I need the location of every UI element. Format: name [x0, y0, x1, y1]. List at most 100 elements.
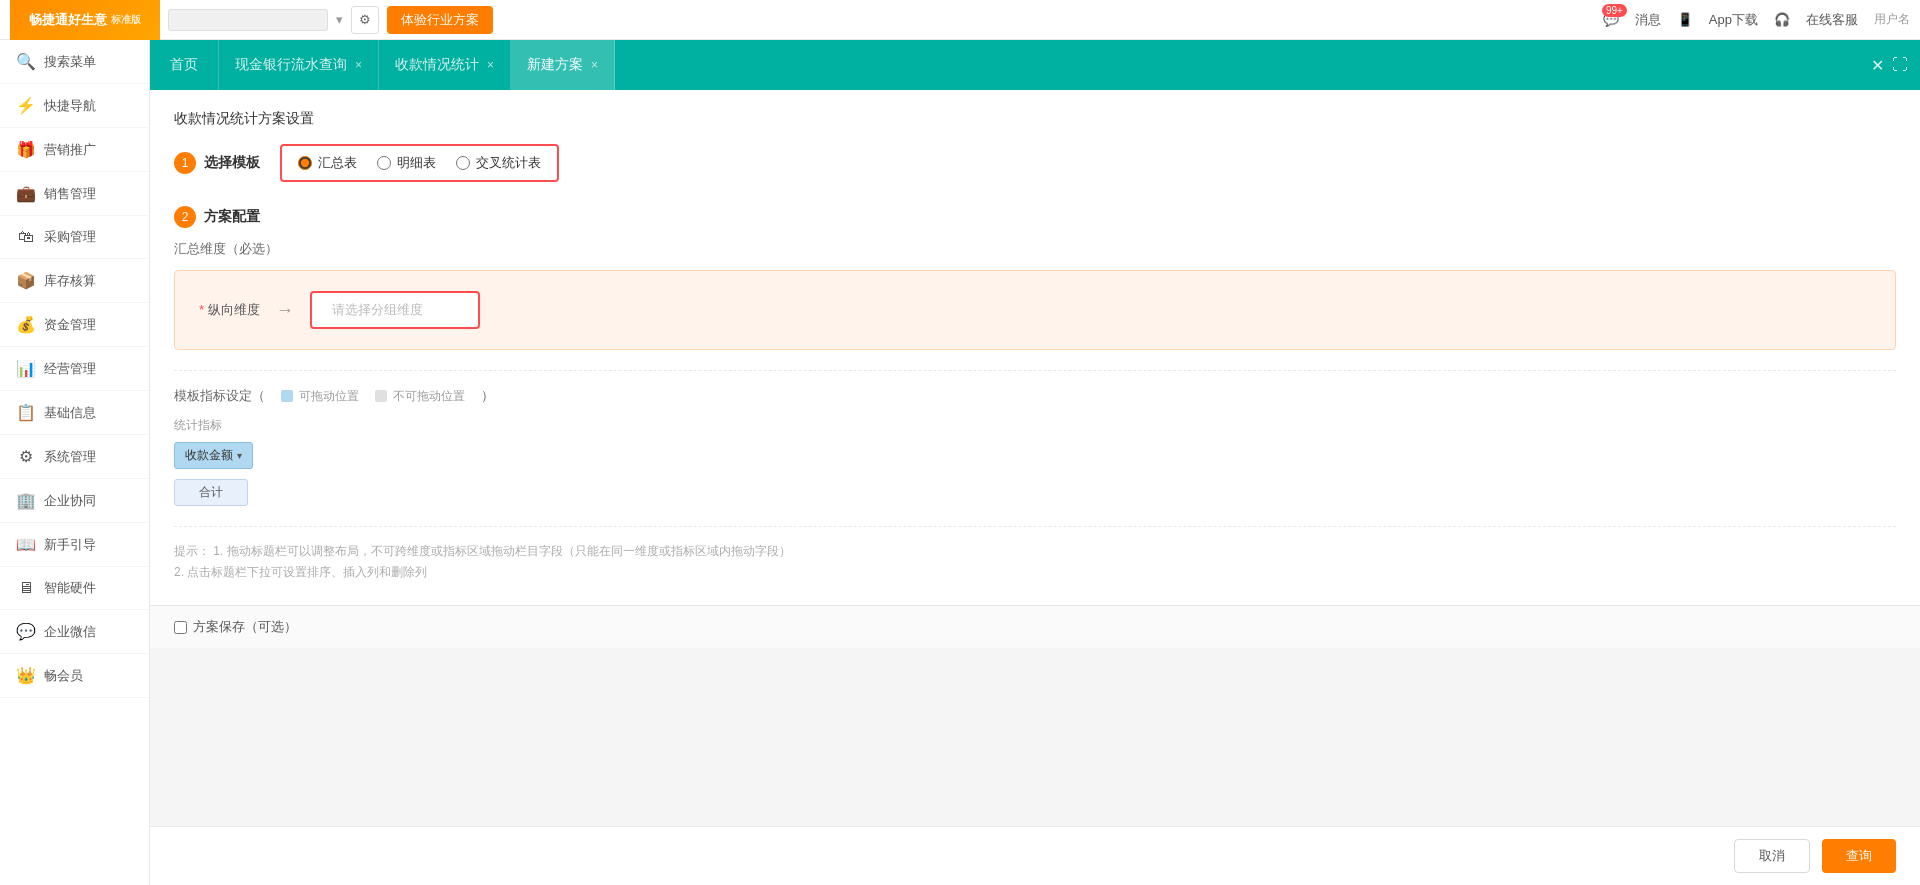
- radio-summary[interactable]: 汇总表: [298, 154, 357, 172]
- tab-new-plan[interactable]: 新建方案 ×: [511, 40, 615, 90]
- member-icon: 👑: [16, 666, 36, 685]
- inventory-icon: 📦: [16, 271, 36, 290]
- sidebar-item-marketing[interactable]: 🎁 营销推广: [0, 128, 149, 172]
- radio-cross[interactable]: 交叉统计表: [456, 154, 541, 172]
- summary-dim-label: 汇总维度（必选）: [174, 240, 1896, 258]
- top-bar: 畅捷通好生意 标准版 ▾ ⚙ 体验行业方案 💬 99+ 消息 📱 App下载 🎧…: [0, 0, 1920, 40]
- purchase-icon: 🛍: [16, 228, 36, 246]
- movable-dot: [281, 390, 293, 402]
- tab-receipts-label: 收款情况统计: [395, 56, 479, 74]
- dimension-placeholder: 请选择分组维度: [332, 302, 423, 317]
- sidebar-item-guide[interactable]: 📖 新手引导: [0, 523, 149, 567]
- action-bar: 取消 查询: [150, 826, 1920, 885]
- sidebar-item-member[interactable]: 👑 畅会员: [0, 654, 149, 698]
- radio-detail-input[interactable]: [377, 156, 391, 170]
- sidebar-item-enterprise[interactable]: 🏢 企业协同: [0, 479, 149, 523]
- app-download-icon: 📱: [1677, 12, 1693, 27]
- fixed-dot: [375, 390, 387, 402]
- dimension-row: 纵向维度 → 请选择分组维度: [199, 291, 1871, 329]
- query-button[interactable]: 查询: [1822, 839, 1896, 873]
- sidebar-item-hardware[interactable]: 🖥 智能硬件: [0, 567, 149, 610]
- radio-cross-input[interactable]: [456, 156, 470, 170]
- tab-receipts-close[interactable]: ×: [487, 58, 494, 72]
- app-download-label[interactable]: App下载: [1709, 11, 1758, 29]
- cancel-button[interactable]: 取消: [1734, 839, 1810, 873]
- sidebar-item-operations[interactable]: 📊 经营管理: [0, 347, 149, 391]
- indicator-label: 模板指标设定（: [174, 387, 265, 405]
- tab-cashflow-close[interactable]: ×: [355, 58, 362, 72]
- tab-cashflow-label: 现金银行流水查询: [235, 56, 347, 74]
- sidebar-label-search: 搜索菜单: [44, 53, 96, 71]
- sidebar-label-purchase: 采购管理: [44, 228, 96, 246]
- save-label: 方案保存（可选）: [193, 618, 297, 636]
- sidebar-label-hardware: 智能硬件: [44, 579, 96, 597]
- sidebar-item-search[interactable]: 🔍 搜索菜单: [0, 40, 149, 84]
- tab-bar-actions: ✕ ⛶: [1871, 56, 1920, 75]
- save-checkbox[interactable]: [174, 621, 187, 634]
- fixed-label: 不可拖动位置: [393, 388, 465, 405]
- radio-detail-label: 明细表: [397, 154, 436, 172]
- main-layout: 🔍 搜索菜单 ⚡ 快捷导航 🎁 营销推广 💼 销售管理 🛍 采购管理 📦: [0, 40, 1920, 885]
- trial-button[interactable]: 体验行业方案: [387, 6, 493, 34]
- step2-section: 2 方案配置 汇总维度（必选） 纵向维度 → 请选择分组维度: [174, 206, 1896, 581]
- indicator-section: 模板指标设定（ 可拖动位置 不可拖动位置 ）: [174, 370, 1896, 506]
- logo: 畅捷通好生意 标准版: [10, 0, 160, 40]
- service-label[interactable]: 在线客服: [1806, 11, 1858, 29]
- tab-close-icon[interactable]: ✕: [1871, 56, 1884, 75]
- notification-bell[interactable]: 💬 99+: [1603, 12, 1619, 27]
- tips-section: 提示： 1. 拖动标题栏可以调整布局，不可跨维度或指标区域拖动栏目字段（只能在同…: [174, 526, 1896, 581]
- tab-receipts[interactable]: 收款情况统计 ×: [379, 40, 511, 90]
- stats-chip[interactable]: 收款金额 ▾: [174, 442, 253, 469]
- stats-area: 统计指标 收款金额 ▾ 合计: [174, 417, 1896, 506]
- sidebar: 🔍 搜索菜单 ⚡ 快捷导航 🎁 营销推广 💼 销售管理 🛍 采购管理 📦: [0, 40, 150, 885]
- sidebar-label-guide: 新手引导: [44, 536, 96, 554]
- sidebar-item-finance[interactable]: 💰 资金管理: [0, 303, 149, 347]
- sidebar-label-sales: 销售管理: [44, 185, 96, 203]
- sales-icon: 💼: [16, 184, 36, 203]
- stats-subtotal: 合计: [174, 479, 248, 506]
- service-icon: 🎧: [1774, 12, 1790, 27]
- indicator-closing: ）: [481, 387, 494, 405]
- notification-label[interactable]: 消息: [1635, 11, 1661, 29]
- tab-home[interactable]: 首页: [150, 40, 219, 90]
- step1-label: 选择模板: [204, 154, 260, 172]
- movable-label: 可拖动位置: [299, 388, 359, 405]
- top-bar-left: 畅捷通好生意 标准版 ▾ ⚙ 体验行业方案: [10, 0, 1603, 40]
- sidebar-item-basic[interactable]: 📋 基础信息: [0, 391, 149, 435]
- chip-chevron-icon: ▾: [237, 450, 242, 461]
- tab-new-plan-close[interactable]: ×: [591, 58, 598, 72]
- enterprise-icon: 🏢: [16, 491, 36, 510]
- sidebar-item-sales[interactable]: 💼 销售管理: [0, 172, 149, 216]
- chevron-down-icon[interactable]: ▾: [336, 12, 343, 27]
- tip2: 2. 点击标题栏下拉可设置排序、插入列和删除列: [174, 564, 1896, 581]
- tab-cashflow[interactable]: 现金银行流水查询 ×: [219, 40, 379, 90]
- username-label[interactable]: 用户名: [1874, 11, 1910, 28]
- sidebar-item-quick[interactable]: ⚡ 快捷导航: [0, 84, 149, 128]
- sidebar-item-wechat[interactable]: 💬 企业微信: [0, 610, 149, 654]
- page-body: 收款情况统计方案设置 1 选择模板 汇总表 明细表: [150, 90, 1920, 826]
- save-checkbox-label[interactable]: 方案保存（可选）: [174, 618, 297, 636]
- stats-row: 合计: [174, 475, 1896, 506]
- tab-expand-icon[interactable]: ⛶: [1892, 56, 1908, 74]
- dimension-area: 纵向维度 → 请选择分组维度: [174, 270, 1896, 350]
- dimension-select[interactable]: 请选择分组维度: [310, 291, 480, 329]
- content-area: 首页 现金银行流水查询 × 收款情况统计 × 新建方案 × ✕ ⛶: [150, 40, 1920, 885]
- tab-home-label: 首页: [170, 56, 198, 74]
- sidebar-item-purchase[interactable]: 🛍 采购管理: [0, 216, 149, 259]
- step1-section: 1 选择模板 汇总表 明细表 交叉统计表: [174, 144, 1896, 182]
- stats-chip-row: 收款金额 ▾: [174, 442, 1896, 469]
- logo-text: 畅捷通好生意: [29, 11, 107, 29]
- radio-summary-input[interactable]: [298, 156, 312, 170]
- step2-label: 方案配置: [204, 208, 260, 226]
- step2-badge: 2: [174, 206, 196, 228]
- breadcrumb-input[interactable]: [168, 9, 328, 31]
- hardware-icon: 🖥: [16, 579, 36, 597]
- radio-detail[interactable]: 明细表: [377, 154, 436, 172]
- gear-button[interactable]: ⚙: [351, 6, 379, 34]
- sidebar-item-system[interactable]: ⚙ 系统管理: [0, 435, 149, 479]
- page-footer: 方案保存（可选）: [150, 605, 1920, 648]
- sidebar-label-basic: 基础信息: [44, 404, 96, 422]
- sidebar-item-inventory[interactable]: 📦 库存核算: [0, 259, 149, 303]
- top-bar-right: 💬 99+ 消息 📱 App下载 🎧 在线客服 用户名: [1603, 11, 1910, 29]
- chip-label: 收款金额: [185, 447, 233, 464]
